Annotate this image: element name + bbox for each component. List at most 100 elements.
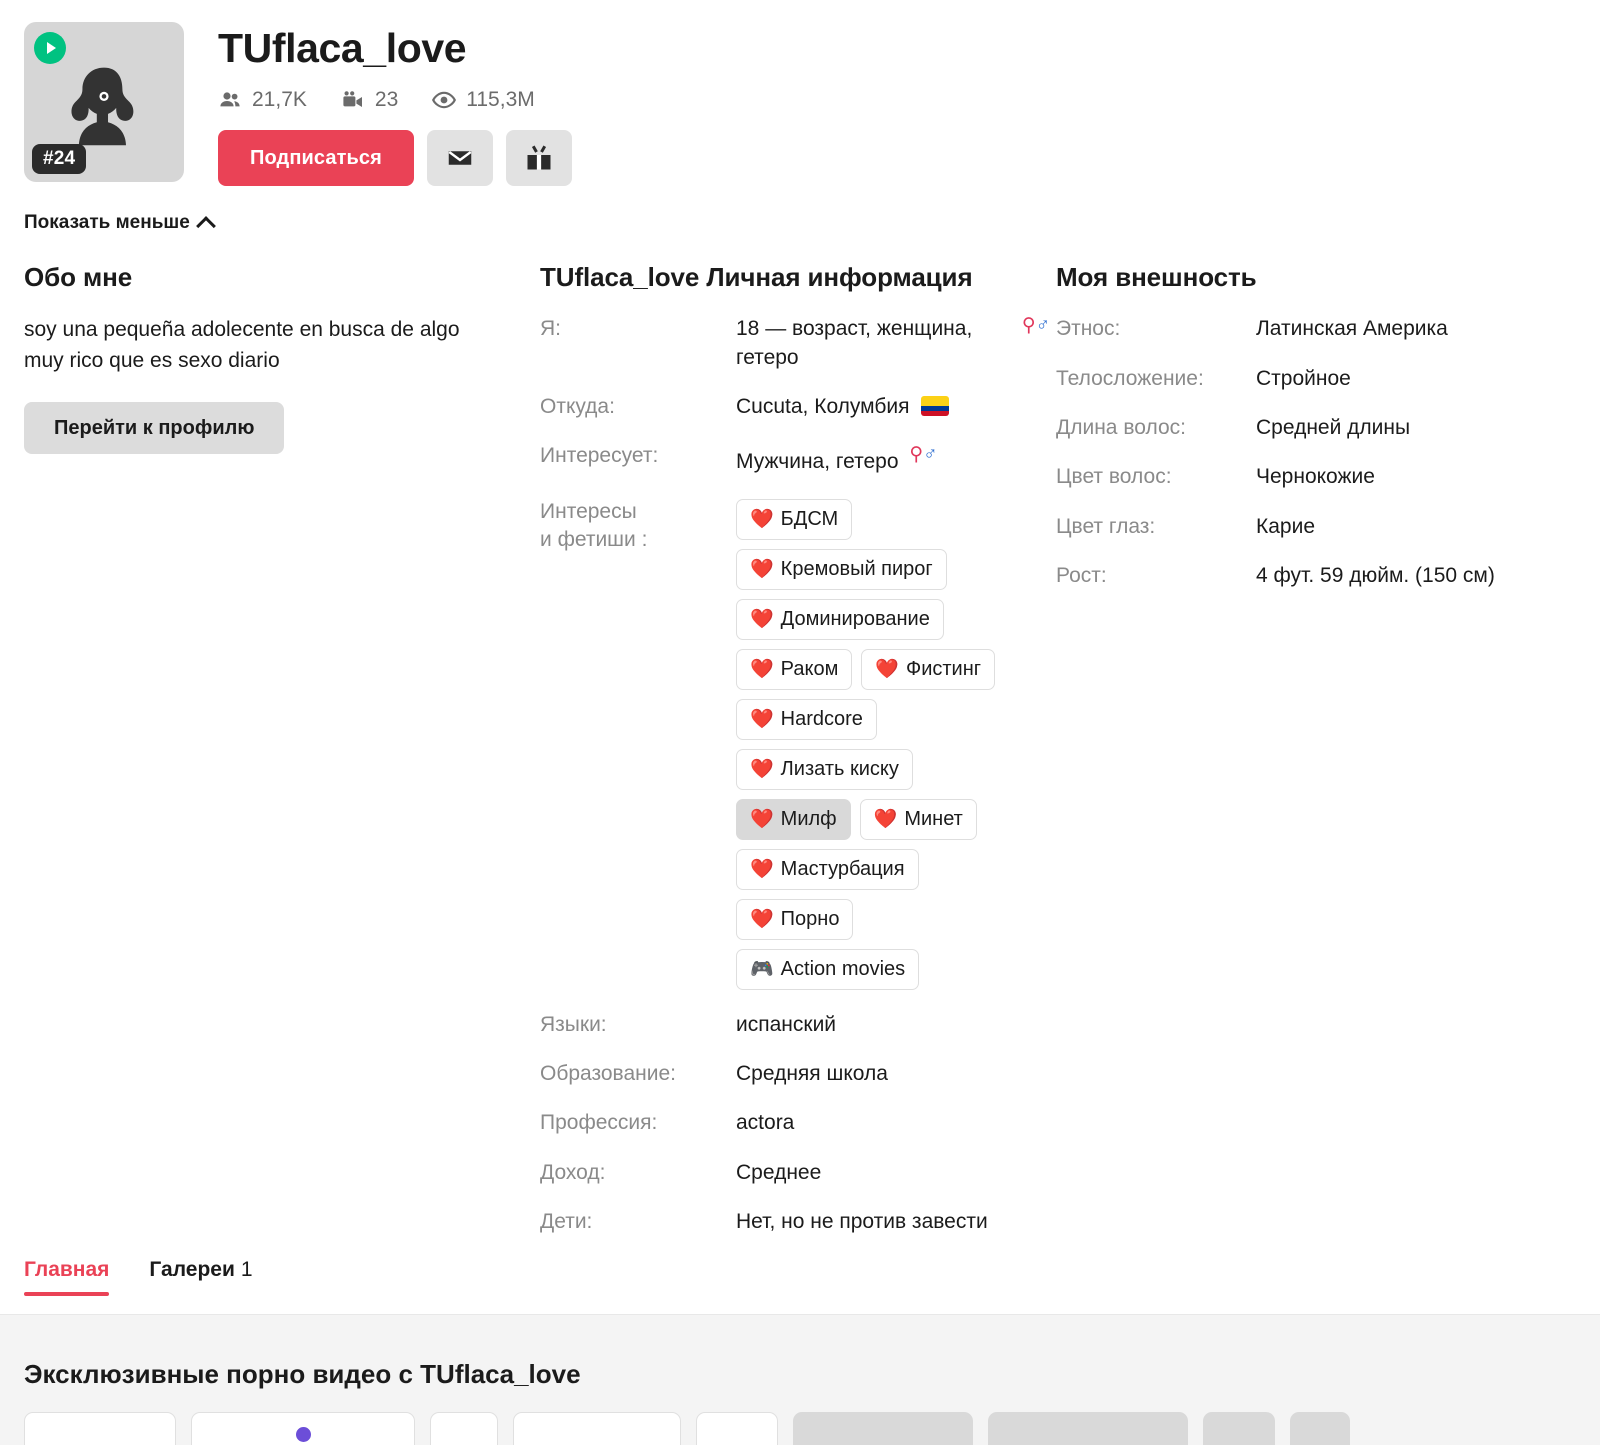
page-title: TUflaca_love: [218, 25, 467, 71]
filter-chip-placeholder[interactable]: [793, 1412, 973, 1445]
tab-main-label: Главная: [24, 1258, 110, 1281]
interest-tag[interactable]: ❤️ Hardcore: [736, 698, 877, 740]
filter-chip[interactable]: [696, 1412, 778, 1445]
interest-tag[interactable]: ❤️ Доминирование: [736, 598, 944, 640]
interest-tag[interactable]: 🎮 Action movies: [736, 948, 920, 990]
avatar[interactable]: #24: [24, 22, 184, 182]
about-title: Обо мне: [24, 262, 133, 292]
interest-tag[interactable]: ❤️ Лизать киску: [736, 748, 913, 790]
row-value: Мужчина, гетеро ⚲♂: [736, 442, 1056, 497]
filter-chip[interactable]: [191, 1412, 415, 1445]
filter-chip[interactable]: [513, 1412, 681, 1445]
interest-tag[interactable]: ❤️ Кремовый пирог: [736, 548, 947, 590]
row-label: Образование:: [540, 1061, 676, 1085]
interest-tag-label: Hardcore: [780, 707, 863, 730]
interest-tag-label: Минет: [904, 807, 963, 830]
interest-tag-label: БДСМ: [780, 507, 839, 530]
table-row: Я: 18 — возраст, женщина, гетеро ⚲♂: [540, 315, 1056, 393]
profile-columns: Обо мне soy una pequeña adolecente en bu…: [0, 234, 1600, 1405]
row-value: actora: [736, 1111, 795, 1135]
interest-tag-label: Action movies: [780, 957, 906, 980]
row-label: Дети:: [540, 1209, 593, 1233]
exclusive-videos-section: Эксклюзивные порно видео с TUflaca_love: [0, 1315, 1600, 1445]
table-row: Цвет глаз: Карие: [1056, 513, 1556, 562]
row-label: Телосложение:: [1056, 366, 1204, 390]
heart-icon: ❤️: [750, 758, 774, 780]
heart-icon: ❤️: [750, 908, 774, 930]
interest-tag-label: Раком: [780, 657, 839, 680]
gift-button[interactable]: [505, 130, 572, 186]
table-row: Этнос: Латинская Америка: [1056, 315, 1556, 364]
interest-tag[interactable]: ❤️ Порно: [736, 898, 854, 940]
row-value: Латинская Америка: [1256, 317, 1448, 341]
stats-row: 21,7K 23 115,3M: [218, 88, 572, 112]
row-value: 4 фут. 59 дюйм. (150 см): [1256, 563, 1495, 587]
video-camera-icon: [343, 91, 362, 107]
about-text: soy una pequeña adolecente en busca de a…: [24, 318, 460, 372]
row-label: Языки:: [540, 1012, 607, 1036]
gift-icon: [527, 145, 551, 170]
row-value: Чернокожие: [1256, 465, 1375, 489]
interests-label: Интересы и фетиши :: [540, 498, 736, 1011]
filter-chip[interactable]: [430, 1412, 498, 1445]
appearance-table: Этнос: Латинская Америка Телосложение: С…: [1056, 315, 1556, 611]
interests-label-line1: Интересы: [540, 499, 637, 523]
message-button[interactable]: [426, 130, 493, 186]
interest-tag[interactable]: ❤️ Мастурбация: [736, 848, 919, 890]
personal-info-table: Я: 18 — возраст, женщина, гетеро ⚲♂ Отку…: [540, 315, 1056, 1405]
gender-hetero-icon: ⚲♂: [1021, 315, 1050, 337]
table-row: Образование: Средняя школа: [540, 1060, 1056, 1109]
colombia-flag-icon: [480, 35, 518, 62]
interest-tag-label: Мастурбация: [780, 857, 905, 880]
stat-views-value: 115,3M: [466, 88, 535, 111]
subscribe-button[interactable]: Подписаться: [218, 130, 414, 186]
table-row: Откуда: Cucuta, Колумбия: [540, 393, 1056, 442]
tab-galleries[interactable]: Галереи 1: [149, 1258, 252, 1296]
filter-chip-placeholder[interactable]: [988, 1412, 1188, 1445]
stat-videos: 23: [341, 88, 398, 112]
appearance-title: Моя внешность: [1056, 262, 1257, 292]
interests-label-line2: и фетиши :: [540, 527, 648, 551]
table-row: Дети: Нет, но не против завести: [540, 1208, 1056, 1257]
row-value: Средняя школа: [736, 1061, 888, 1085]
colombia-flag-icon: [921, 395, 950, 416]
interest-tag[interactable]: ❤️ Раком: [736, 648, 853, 690]
row-value: Cucuta, Колумбия: [736, 393, 1056, 442]
heart-icon: ❤️: [750, 508, 774, 530]
profile-page: #24 TUflaca_love 21,7K 23 115,3M Подписа…: [0, 0, 1600, 1445]
row-value: 18 — возраст, женщина, гетеро ⚲♂: [736, 315, 1056, 393]
filter-chip-placeholder[interactable]: [1290, 1412, 1350, 1445]
show-less-toggle[interactable]: Показать меньше: [24, 212, 216, 236]
personal-info-title: TUflaca_love Личная информация: [540, 262, 973, 292]
header-details: TUflaca_love 21,7K 23 115,3M Подписаться: [184, 22, 572, 186]
row-value: испанский: [736, 1012, 837, 1036]
row-label: Откуда:: [540, 394, 615, 418]
interests-row: Интересы и фетиши : ❤️ БДСМ ❤️ Кремовый пи…: [540, 498, 1056, 1011]
filter-chips-row: [24, 1412, 1600, 1445]
goto-profile-button[interactable]: Перейти к профилю: [24, 402, 285, 455]
interest-tag-label: Фистинг: [906, 657, 982, 680]
actions-row: Подписаться: [218, 130, 572, 186]
stat-views: 115,3M: [432, 88, 535, 112]
row-value: Стройное: [1256, 366, 1351, 390]
interest-tags: ❤️ БДСМ ❤️ Кремовый пирог ❤️ Доминирование …: [736, 498, 1036, 990]
stat-followers-value: 21,7K: [252, 88, 307, 111]
filter-chip-placeholder[interactable]: [1203, 1412, 1275, 1445]
row-label: Цвет волос:: [1056, 465, 1172, 489]
interest-tag[interactable]: ❤️ БДСМ: [736, 498, 853, 540]
interests-cell: ❤️ БДСМ ❤️ Кремовый пирог ❤️ Доминирование …: [736, 498, 1056, 1011]
name-row: TUflaca_love: [218, 28, 572, 69]
heart-icon: ❤️: [750, 708, 774, 730]
row-label: Этнос:: [1056, 317, 1121, 341]
appearance-column: Моя внешность Этнос: Латинская Америка Т…: [1056, 262, 1556, 611]
profile-header: #24 TUflaca_love 21,7K 23 115,3M Подписа…: [0, 0, 1600, 186]
heart-icon: ❤️: [873, 808, 898, 830]
table-row: Языки: испанский: [540, 1011, 1056, 1060]
filter-chip[interactable]: [24, 1412, 176, 1445]
tab-main[interactable]: Главная: [24, 1258, 110, 1296]
heart-icon: ❤️: [750, 858, 774, 880]
interest-tag[interactable]: ❤️ Минет: [859, 798, 977, 840]
interest-tag[interactable]: ❤️ Милф: [736, 798, 851, 840]
interest-tag-label: Порно: [780, 907, 840, 930]
interest-tag[interactable]: ❤️ Фистинг: [861, 648, 996, 690]
